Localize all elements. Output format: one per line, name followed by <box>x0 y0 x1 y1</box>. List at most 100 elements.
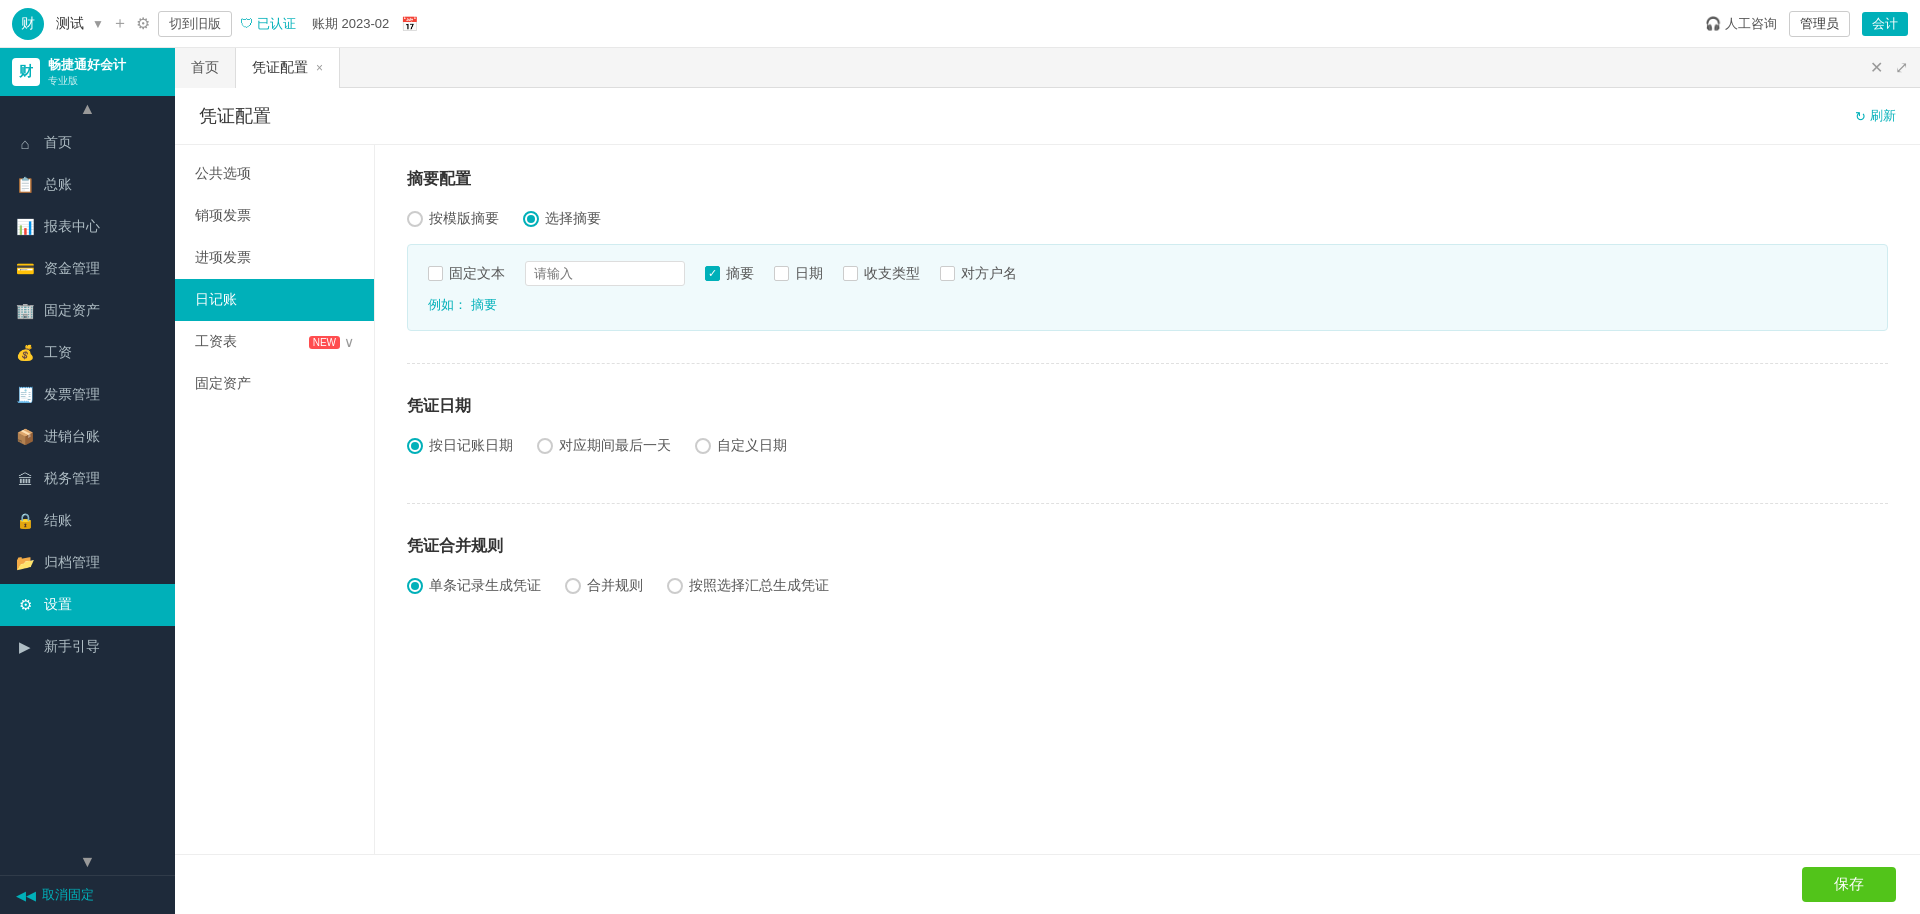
sidebar-scroll-up[interactable]: ▲ <box>0 96 175 122</box>
sidebar-item-label-archive: 归档管理 <box>44 554 100 572</box>
radio-period-last[interactable]: 对应期间最后一天 <box>537 437 671 455</box>
left-nav-journal[interactable]: 日记账 <box>175 279 374 321</box>
guide-icon: ▶ <box>16 638 34 656</box>
payroll-icon: 💰 <box>16 344 34 362</box>
sidebar-item-finance[interactable]: 💳 资金管理 <box>0 248 175 290</box>
sidebar-item-label-report: 报表中心 <box>44 218 100 236</box>
project-dropdown-icon[interactable]: ▼ <box>92 17 104 31</box>
gear-icon[interactable]: ⚙ <box>136 14 150 33</box>
inner-layout: 公共选项 销项发票 进项发票 日记账 工资表 NEW ∨ 固定资产 摘要配置 <box>175 145 1920 854</box>
save-button[interactable]: 保存 <box>1802 867 1896 902</box>
checkbox-pay-type[interactable]: 收支类型 <box>843 265 920 283</box>
radio-select-merge[interactable]: 按照选择汇总生成凭证 <box>667 577 829 595</box>
checkbox-abstract-box: ✓ <box>705 266 720 281</box>
sidebar-item-label-asset: 固定资产 <box>44 302 100 320</box>
sidebar-item-label-close: 结账 <box>44 512 72 530</box>
tab-home[interactable]: 首页 <box>175 48 236 88</box>
voucher-merge-section: 凭证合并规则 单条记录生成凭证 合并规则 按照选择汇总生成凭证 <box>407 536 1888 643</box>
calendar-icon[interactable]: 📅 <box>401 16 418 32</box>
sidebar-item-label-home: 首页 <box>44 134 72 152</box>
project-name: 测试 <box>56 15 84 33</box>
radio-merge-rule[interactable]: 合并规则 <box>565 577 643 595</box>
tab-bar: 首页 凭证配置 × ✕ ⤢ <box>175 48 1920 88</box>
radio-select-summary-circle <box>523 211 539 227</box>
summary-options-box: 固定文本 ✓ 摘要 日期 <box>407 244 1888 331</box>
fixed-text-input[interactable] <box>525 261 685 286</box>
sidebar-item-guide[interactable]: ▶ 新手引导 <box>0 626 175 668</box>
sidebar-item-home[interactable]: ⌂ 首页 <box>0 122 175 164</box>
sidebar-item-label-finance: 资金管理 <box>44 260 100 278</box>
finance-icon: 💳 <box>16 260 34 278</box>
consult-button[interactable]: 🎧 人工咨询 <box>1705 15 1777 33</box>
cancel-fixed-button[interactable]: ◀◀ 取消固定 <box>0 875 175 914</box>
bottom-bar: 保存 <box>175 854 1920 914</box>
tab-close-icon[interactable]: × <box>316 61 323 75</box>
radio-custom-date-label: 自定义日期 <box>717 437 787 455</box>
voucher-merge-title: 凭证合并规则 <box>407 536 1888 557</box>
left-nav-fixed-asset[interactable]: 固定资产 <box>175 363 374 405</box>
radio-template-circle <box>407 211 423 227</box>
checkbox-counterpart[interactable]: 对方户名 <box>940 265 1017 283</box>
sidebar-item-report[interactable]: 📊 报表中心 <box>0 206 175 248</box>
accountant-button[interactable]: 会计 <box>1862 12 1908 36</box>
old-version-button[interactable]: 切到旧版 <box>158 11 232 37</box>
radio-template-label: 按模版摘要 <box>429 210 499 228</box>
sidebar-item-payroll[interactable]: 💰 工资 <box>0 332 175 374</box>
radio-merge-rule-label: 合并规则 <box>587 577 643 595</box>
sidebar: 财 畅捷通好会计 专业版 ▲ ⌂ 首页 📋 总账 📊 报表中心 💳 <box>0 48 175 914</box>
radio-select-summary[interactable]: 选择摘要 <box>523 210 601 228</box>
sidebar-item-ledger[interactable]: 📋 总账 <box>0 164 175 206</box>
radio-single-label: 单条记录生成凭证 <box>429 577 541 595</box>
checkbox-date-label: 日期 <box>795 265 823 283</box>
new-badge: NEW <box>309 336 340 349</box>
radio-custom-date[interactable]: 自定义日期 <box>695 437 787 455</box>
asset-icon: 🏢 <box>16 302 34 320</box>
radio-single[interactable]: 单条记录生成凭证 <box>407 577 541 595</box>
sidebar-item-sales[interactable]: 📦 进销台账 <box>0 416 175 458</box>
admin-button[interactable]: 管理员 <box>1789 11 1850 37</box>
checkbox-fixed-text[interactable]: 固定文本 <box>428 265 505 283</box>
content-area: 首页 凭证配置 × ✕ ⤢ 凭证配置 ↻ 刷新 公共选项 销项发票 <box>175 48 1920 914</box>
main-layout: 财 畅捷通好会计 专业版 ▲ ⌂ 首页 📋 总账 📊 报表中心 💳 <box>0 48 1920 914</box>
sidebar-item-close[interactable]: 🔒 结账 <box>0 500 175 542</box>
sidebar-item-asset[interactable]: 🏢 固定资产 <box>0 290 175 332</box>
tab-close-button[interactable]: ✕ <box>1866 54 1887 81</box>
radio-journal-date[interactable]: 按日记账日期 <box>407 437 513 455</box>
voucher-date-radio-group: 按日记账日期 对应期间最后一天 自定义日期 <box>407 437 1888 455</box>
sidebar-item-tax[interactable]: 🏛 税务管理 <box>0 458 175 500</box>
left-nav-purchase-invoice[interactable]: 进项发票 <box>175 237 374 279</box>
certified-badge: 🛡 已认证 <box>240 15 296 33</box>
sidebar-logo-icon: 财 <box>12 58 40 86</box>
left-nav-sales-invoice[interactable]: 销项发票 <box>175 195 374 237</box>
checkbox-abstract-label: 摘要 <box>726 265 754 283</box>
add-icon[interactable]: ＋ <box>112 13 128 34</box>
logo-icon: 财 <box>12 8 44 40</box>
sidebar-item-settings[interactable]: ⚙ 设置 <box>0 584 175 626</box>
archive-icon: 📂 <box>16 554 34 572</box>
checkbox-abstract[interactable]: ✓ 摘要 <box>705 265 754 283</box>
sidebar-item-label-guide: 新手引导 <box>44 638 100 656</box>
tab-expand-button[interactable]: ⤢ <box>1891 54 1912 81</box>
close-accounts-icon: 🔒 <box>16 512 34 530</box>
headset-icon: 🎧 <box>1705 16 1721 31</box>
home-icon: ⌂ <box>16 135 34 152</box>
refresh-button[interactable]: ↻ 刷新 <box>1855 107 1896 125</box>
left-nav-payroll-table[interactable]: 工资表 NEW ∨ <box>175 321 374 363</box>
checkbox-date[interactable]: 日期 <box>774 265 823 283</box>
topbar: 财 测试 ▼ ＋ ⚙ 切到旧版 🛡 已认证 账期 2023-02 📅 🎧 人工咨… <box>0 0 1920 48</box>
sidebar-logo-sub: 专业版 <box>48 74 126 88</box>
tab-voucher-config[interactable]: 凭证配置 × <box>236 48 340 88</box>
radio-template[interactable]: 按模版摘要 <box>407 210 499 228</box>
refresh-icon: ↻ <box>1855 109 1866 124</box>
voucher-date-section: 凭证日期 按日记账日期 对应期间最后一天 自定义日期 <box>407 396 1888 504</box>
sidebar-scroll-down[interactable]: ▼ <box>0 849 175 875</box>
tab-home-label: 首页 <box>191 59 219 77</box>
left-nav-public[interactable]: 公共选项 <box>175 153 374 195</box>
voucher-merge-radio-group: 单条记录生成凭证 合并规则 按照选择汇总生成凭证 <box>407 577 1888 595</box>
sidebar-item-archive[interactable]: 📂 归档管理 <box>0 542 175 584</box>
checkbox-pay-type-box <box>843 266 858 281</box>
sidebar-item-invoice[interactable]: 🧾 发票管理 <box>0 374 175 416</box>
sidebar-logo-main: 畅捷通好会计 <box>48 56 126 74</box>
sales-icon: 📦 <box>16 428 34 446</box>
radio-journal-date-label: 按日记账日期 <box>429 437 513 455</box>
